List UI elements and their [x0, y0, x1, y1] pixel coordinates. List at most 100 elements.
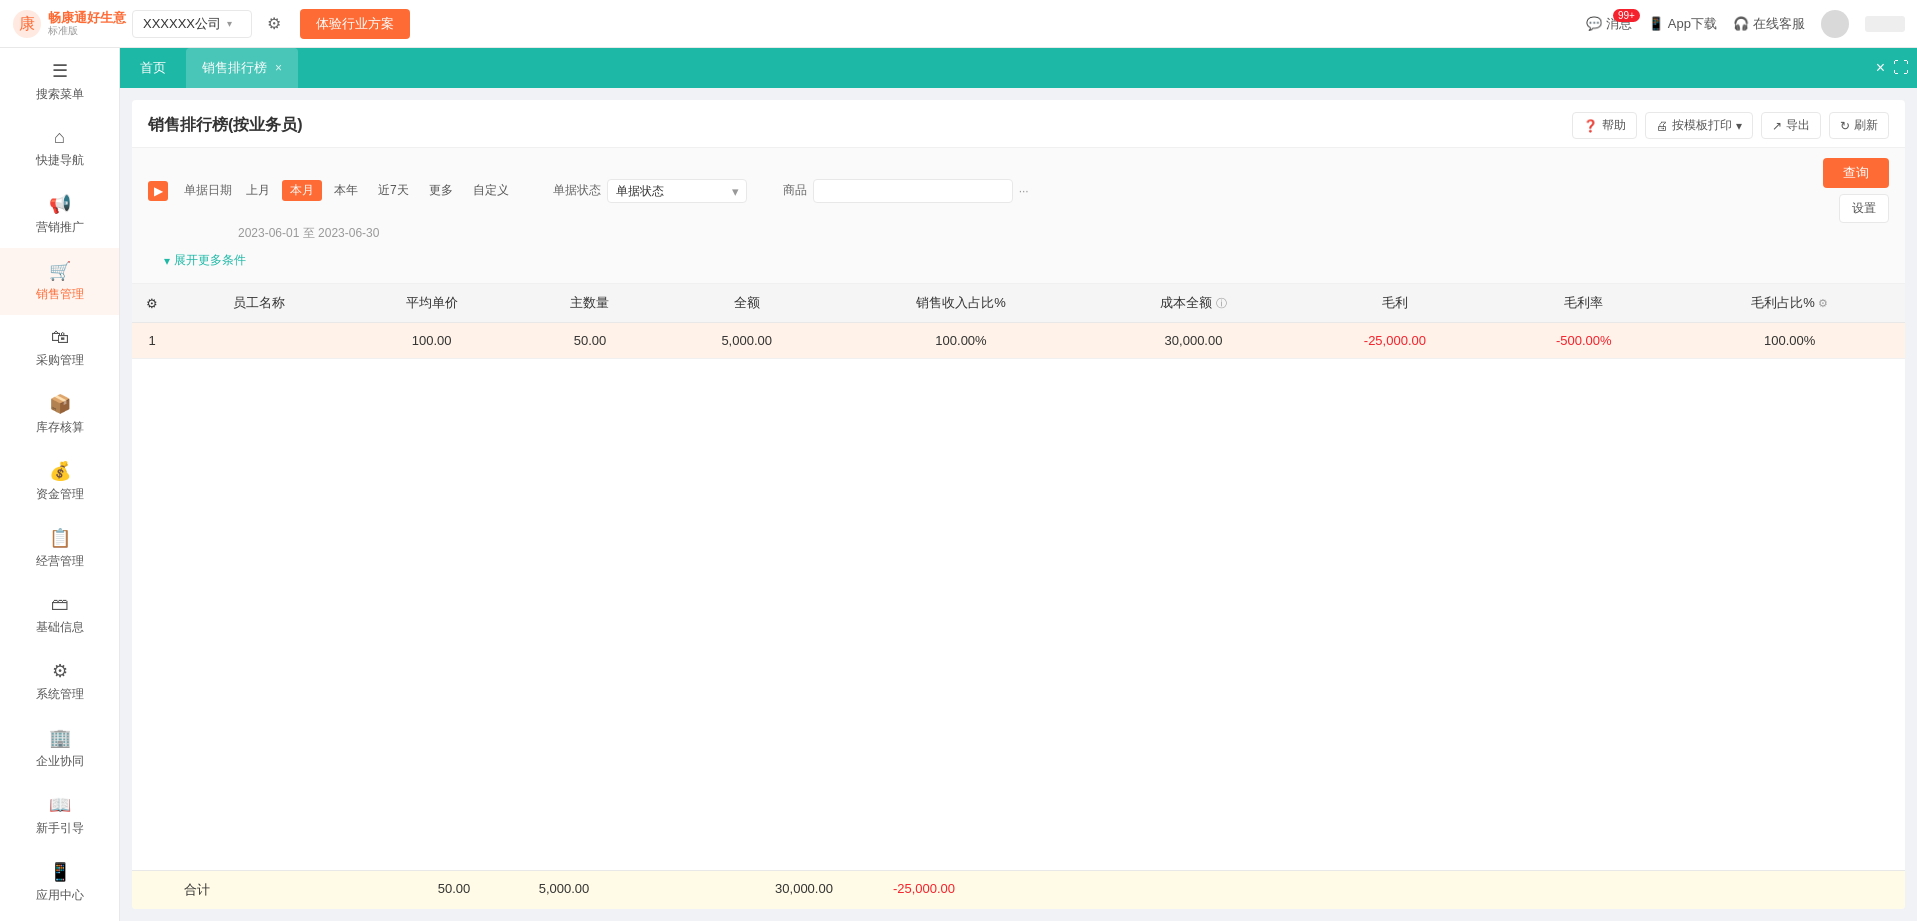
refresh-icon: ↻ [1840, 119, 1850, 133]
home-tab-label: 首页 [140, 59, 166, 77]
date-tab-7days[interactable]: 近7天 [370, 180, 417, 201]
goods-filter-item: 商品 ··· [783, 179, 1029, 203]
sidebar-item-search[interactable]: ☰ 搜索菜单 [0, 48, 119, 115]
date-filter-item: 单据日期 上月 本月 本年 近7天 更多 自定义 [184, 180, 517, 201]
cell-rank: 1 [132, 323, 172, 359]
tab-fullscreen-icon[interactable]: ⛶ [1893, 59, 1909, 77]
tab-close-icon[interactable]: × [275, 61, 282, 75]
sidebar-item-label: 采购管理 [36, 352, 84, 369]
company-selector[interactable]: XXXXXX公司 ▾ [132, 10, 252, 38]
svg-text:康: 康 [19, 15, 35, 32]
app-download-button[interactable]: 📱 App下载 [1648, 15, 1717, 33]
sidebar-item-inventory[interactable]: 📦 库存核算 [0, 381, 119, 448]
logo-area: 康 畅康通好生意 标准版 [12, 9, 132, 39]
sidebar-item-label: 快捷导航 [36, 152, 84, 169]
table-footer: 合计 50.00 5,000.00 30,000.00 -25,000.00 [132, 870, 1905, 909]
tab-close-window-icon[interactable]: × [1876, 59, 1885, 77]
megaphone-icon: 📢 [49, 193, 71, 215]
table-head: ⚙ 员工名称 平均单价 主数量 全额 销售收入占比% 成本全额 ⓘ [132, 284, 1905, 323]
mobile-icon: 📱 [49, 861, 71, 883]
date-tab-thismonth[interactable]: 本月 [282, 180, 322, 201]
goods-input[interactable] [813, 179, 1013, 203]
tab-home[interactable]: 首页 [120, 48, 186, 88]
page-content: 销售排行榜(按业务员) ❓ 帮助 🖨 按模板打印 ▾ ↗ [120, 88, 1917, 921]
print-chevron-icon: ▾ [1736, 119, 1742, 133]
box-icon: 📦 [49, 393, 71, 415]
building-icon: 🏢 [49, 727, 71, 749]
sidebar-item-wechat[interactable]: 💬 企业微信 [0, 916, 119, 921]
cell-main-qty: 50.00 [518, 323, 662, 359]
tab-bar-right: × ⛶ [1876, 59, 1917, 77]
footer-amount: 5,000.00 [504, 881, 624, 899]
sidebar-item-marketing[interactable]: 📢 营销推广 [0, 181, 119, 248]
sidebar-item-label: 系统管理 [36, 686, 84, 703]
avatar[interactable] [1821, 10, 1849, 38]
sidebar-item-sales[interactable]: 🛒 销售管理 [0, 248, 119, 315]
headset-icon: 🎧 [1733, 16, 1749, 31]
sidebar-item-system[interactable]: ⚙ 系统管理 [0, 648, 119, 715]
help-icon: ❓ [1583, 119, 1598, 133]
cell-gross-margin: -500.00% [1493, 323, 1674, 359]
message-icon: 💬 [1586, 16, 1602, 31]
footer-sales-ratio [624, 881, 744, 899]
refresh-button[interactable]: ↻ 刷新 [1829, 112, 1889, 139]
expand-more-button[interactable]: ▾ 展开更多条件 [148, 248, 1889, 273]
message-button[interactable]: 💬 消息 99+ [1586, 15, 1632, 33]
sidebar-item-enterprise[interactable]: 🏢 企业协同 [0, 715, 119, 782]
phone-icon: 📱 [1648, 16, 1664, 31]
cell-sales-ratio: 100.00% [832, 323, 1091, 359]
filter-arrow-icon[interactable]: ▶ [148, 181, 168, 201]
cart-icon: 🛒 [49, 260, 71, 282]
date-tab-custom[interactable]: 自定义 [465, 180, 517, 201]
sidebar-item-label: 搜索菜单 [36, 86, 84, 103]
username-text [1865, 16, 1905, 32]
main-layout: ☰ 搜索菜单 ⌂ 快捷导航 📢 营销推广 🛒 销售管理 🛍 采购管理 📦 库存核… [0, 48, 1917, 921]
sidebar-item-purchase[interactable]: 🛍 采购管理 [0, 315, 119, 381]
sidebar-item-appcenter[interactable]: 📱 应用中心 [0, 849, 119, 916]
col-gear: ⚙ [132, 284, 172, 323]
footer-cost-amount: 30,000.00 [744, 881, 864, 899]
sidebar-item-guide[interactable]: 📖 新手引导 [0, 782, 119, 849]
query-button[interactable]: 查询 [1823, 158, 1889, 188]
gross-ratio-icon[interactable]: ⚙ [1818, 297, 1828, 309]
bag-icon: 🛍 [51, 327, 69, 348]
gear-icon: ⚙ [267, 14, 281, 33]
home-icon: ⌂ [54, 127, 65, 148]
status-select[interactable]: 单据状态 [607, 179, 747, 203]
help-button[interactable]: ❓ 帮助 [1572, 112, 1637, 139]
sidebar-item-basicinfo[interactable]: 🗃 基础信息 [0, 582, 119, 648]
sidebar-item-label: 资金管理 [36, 486, 84, 503]
table-row: 1 100.00 50.00 5,000.00 100.00% 30,000.0… [132, 323, 1905, 359]
top-right-area: 💬 消息 99+ 📱 App下载 🎧 在线客服 [1586, 10, 1905, 38]
settings-button[interactable]: 设置 [1839, 194, 1889, 223]
date-tab-lastmonth[interactable]: 上月 [238, 180, 278, 201]
sidebar-item-quicknav[interactable]: ⌂ 快捷导航 [0, 115, 119, 181]
goods-more-icon[interactable]: ··· [1019, 184, 1029, 198]
footer-gross-ratio [1104, 881, 1204, 899]
table-header-row: ⚙ 员工名称 平均单价 主数量 全额 销售收入占比% 成本全额 ⓘ [132, 284, 1905, 323]
sidebar-item-operations[interactable]: 📋 经营管理 [0, 515, 119, 582]
online-service-button[interactable]: 🎧 在线客服 [1733, 15, 1805, 33]
col-cost-amount: 成本全额 ⓘ [1090, 284, 1296, 323]
logo-sub-text: 标准版 [48, 25, 126, 37]
date-tab-more[interactable]: 更多 [421, 180, 461, 201]
tab-sales-ranking[interactable]: 销售排行榜 × [186, 48, 298, 88]
sidebar-item-label: 企业协同 [36, 753, 84, 770]
export-button[interactable]: ↗ 导出 [1761, 112, 1821, 139]
filter-toggle[interactable]: ▶ [148, 181, 168, 201]
search-icon: ☰ [52, 60, 68, 82]
cell-avg-price: 100.00 [345, 323, 518, 359]
col-gross-margin: 毛利率 [1493, 284, 1674, 323]
tab-bar: 首页 销售排行榜 × × ⛶ [120, 48, 1917, 88]
cost-info-icon[interactable]: ⓘ [1216, 297, 1227, 309]
sidebar-item-label: 销售管理 [36, 286, 84, 303]
topbar-settings-button[interactable]: ⚙ [258, 8, 290, 40]
date-tab-thisyear[interactable]: 本年 [326, 180, 366, 201]
content-area: 首页 销售排行榜 × × ⛶ 销售排行榜(按业务员) ❓ [120, 48, 1917, 921]
print-button[interactable]: 🖨 按模板打印 ▾ [1645, 112, 1753, 139]
top-bar: 康 畅康通好生意 标准版 XXXXXX公司 ▾ ⚙ 体验行业方案 💬 消息 99… [0, 0, 1917, 48]
company-name: XXXXXX公司 [143, 15, 221, 33]
experience-button[interactable]: 体验行业方案 [300, 9, 410, 39]
sidebar-item-finance[interactable]: 💰 资金管理 [0, 448, 119, 515]
sidebar-item-label: 基础信息 [36, 619, 84, 636]
